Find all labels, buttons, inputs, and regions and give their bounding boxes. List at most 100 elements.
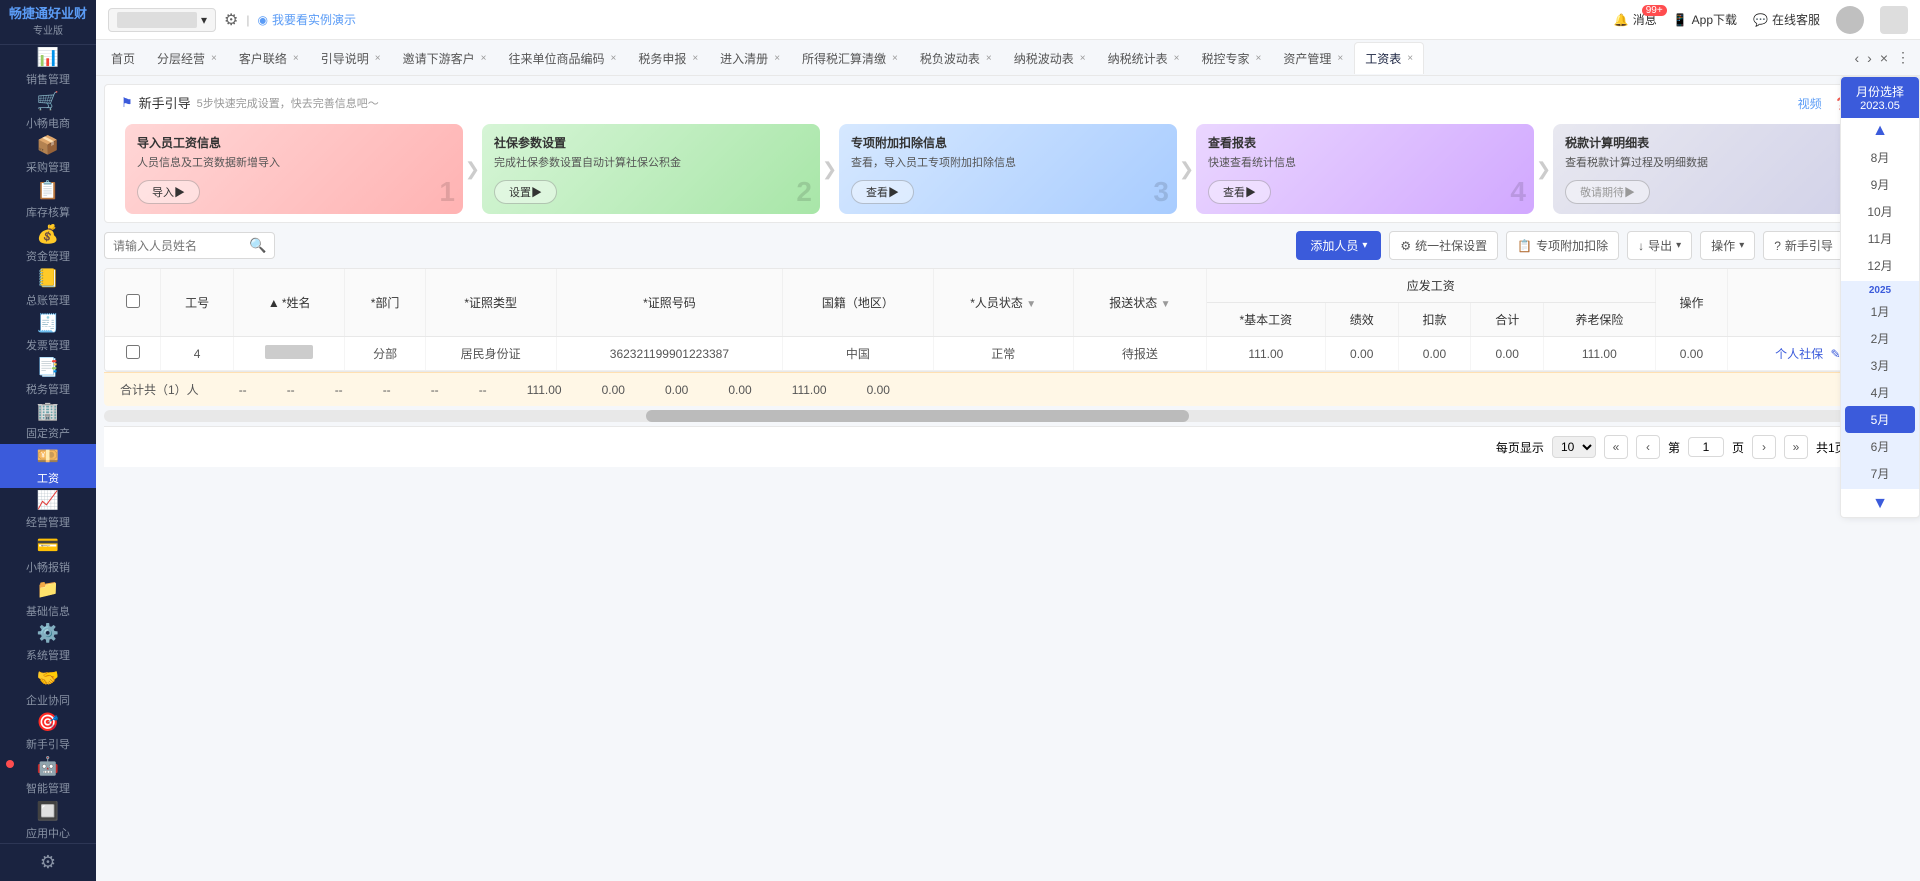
tab-close-tax[interactable]: ×: [692, 53, 698, 64]
tab-guide[interactable]: 引导说明×: [310, 42, 392, 74]
tab-close-burden[interactable]: ×: [986, 53, 992, 64]
select-all-checkbox[interactable]: [126, 294, 140, 308]
step-1-btn[interactable]: 导入▶: [137, 180, 200, 204]
month-item-3[interactable]: 3月: [1841, 352, 1919, 379]
sidebar-item-assets[interactable]: 🏢 固定资产: [0, 399, 96, 443]
tab-tax-wave[interactable]: 纳税波动表×: [1003, 42, 1097, 74]
export-button[interactable]: ↓ 导出 ▾: [1627, 231, 1692, 260]
page-prev-button[interactable]: ‹: [1636, 435, 1660, 459]
sidebar-item-system[interactable]: ⚙️ 系统管理: [0, 621, 96, 665]
social-insurance-button[interactable]: ⚙ 统一社保设置: [1389, 231, 1498, 260]
month-item-10[interactable]: 10月: [1841, 198, 1919, 225]
search-input[interactable]: [113, 239, 243, 253]
sidebar-item-ecommerce[interactable]: 🛒 小畅电商: [0, 89, 96, 133]
user-avatar[interactable]: [1836, 6, 1864, 34]
tab-layered[interactable]: 分层经营×: [146, 42, 228, 74]
user-menu-button[interactable]: [1880, 6, 1908, 34]
tab-contact[interactable]: 客户联络×: [228, 42, 310, 74]
tab-close-income[interactable]: ×: [892, 53, 898, 64]
settings-icon[interactable]: ⚙: [224, 10, 238, 30]
month-item-9[interactable]: 9月: [1841, 171, 1919, 198]
row-checkbox[interactable]: [126, 345, 140, 359]
sidebar-item-ledger[interactable]: 📒 总账管理: [0, 266, 96, 310]
horizontal-scrollbar[interactable]: [104, 410, 1912, 422]
page-next-next-button[interactable]: »: [1784, 435, 1808, 459]
tab-close-clearance[interactable]: ×: [774, 53, 780, 64]
tab-close-invite[interactable]: ×: [481, 53, 487, 64]
demo-link[interactable]: ◉ 我要看实例演示: [258, 11, 357, 28]
scrollbar-thumb[interactable]: [646, 410, 1188, 422]
page-input[interactable]: [1688, 437, 1724, 457]
sidebar-item-sales[interactable]: 📊 销售管理: [0, 45, 96, 89]
video-link[interactable]: 视频: [1798, 95, 1822, 112]
online-service-button[interactable]: 💬 在线客服: [1753, 11, 1820, 28]
month-item-1[interactable]: 1月: [1841, 298, 1919, 325]
step-2-btn[interactable]: 设置▶: [494, 180, 557, 204]
add-person-button[interactable]: 添加人员 ▾: [1296, 231, 1381, 260]
message-button[interactable]: 🔔 消息 99+: [1614, 11, 1657, 28]
tab-close-wave[interactable]: ×: [1080, 53, 1086, 64]
tab-close-asset[interactable]: ×: [1337, 53, 1343, 64]
sidebar-item-basic-info[interactable]: 📁 基础信息: [0, 577, 96, 621]
tab-close-all-button[interactable]: ×: [1878, 48, 1890, 68]
month-item-6[interactable]: 6月: [1841, 433, 1919, 460]
page-prev-prev-button[interactable]: «: [1604, 435, 1628, 459]
tab-close-product[interactable]: ×: [610, 53, 616, 64]
tab-close-payroll[interactable]: ×: [1407, 53, 1413, 64]
tab-tax-expert[interactable]: 税控专家×: [1190, 42, 1272, 74]
month-item-11[interactable]: 11月: [1841, 225, 1919, 252]
page-next-button[interactable]: ›: [1752, 435, 1776, 459]
month-item-5[interactable]: 5月: [1845, 406, 1915, 433]
sidebar-item-guide[interactable]: 🎯 新手引导: [0, 710, 96, 754]
tab-tax-burden[interactable]: 税负波动表×: [909, 42, 1003, 74]
step-3-btn[interactable]: 查看▶: [851, 180, 914, 204]
special-deduction-button[interactable]: 📋 专项附加扣除: [1506, 231, 1619, 260]
tab-close-stat[interactable]: ×: [1174, 53, 1180, 64]
company-selector[interactable]: ▾: [108, 8, 216, 32]
tab-clearance[interactable]: 进入清册×: [709, 42, 791, 74]
month-prev-button[interactable]: ▲: [1872, 122, 1888, 140]
settings-button[interactable]: ⚙: [0, 843, 96, 881]
tab-payroll[interactable]: 工资表×: [1354, 42, 1424, 74]
sidebar-item-purchase[interactable]: 📦 采购管理: [0, 133, 96, 177]
tab-next-button[interactable]: ›: [1865, 48, 1874, 68]
tab-close-guide[interactable]: ×: [375, 53, 381, 64]
tab-asset-mgmt[interactable]: 资产管理×: [1272, 42, 1354, 74]
status-filter-icon[interactable]: ▼: [1026, 299, 1036, 310]
month-item-7[interactable]: 7月: [1841, 460, 1919, 487]
tab-close-contact[interactable]: ×: [293, 53, 299, 64]
search-icon[interactable]: 🔍: [249, 237, 266, 254]
tab-tax-stat[interactable]: 纳税统计表×: [1097, 42, 1191, 74]
sidebar-item-payroll[interactable]: 💴 工资: [0, 444, 96, 488]
app-download-button[interactable]: 📱 App下载: [1673, 11, 1737, 28]
month-item-8[interactable]: 8月: [1841, 144, 1919, 171]
sidebar-item-inventory[interactable]: 📋 库存核算: [0, 178, 96, 222]
sidebar-item-invoice[interactable]: 🧾 发票管理: [0, 311, 96, 355]
operation-button[interactable]: 操作 ▾: [1700, 231, 1755, 260]
month-item-4[interactable]: 4月: [1841, 379, 1919, 406]
tab-menu-button[interactable]: ⋮: [1894, 47, 1912, 68]
step-5-btn[interactable]: 敬请期待▶: [1565, 180, 1650, 204]
per-page-select[interactable]: 10 20 50: [1552, 436, 1596, 458]
newbie-guide-button[interactable]: ? 新手引导: [1763, 231, 1844, 260]
tab-income-tax[interactable]: 所得税汇算清缴×: [791, 42, 909, 74]
send-filter-icon[interactable]: ▼: [1161, 299, 1171, 310]
sidebar-item-operations[interactable]: 📈 经营管理: [0, 488, 96, 532]
tab-product-code[interactable]: 往来单位商品编码×: [497, 42, 627, 74]
tab-close-expert[interactable]: ×: [1255, 53, 1261, 64]
sidebar-item-expense[interactable]: 💳 小畅报销: [0, 532, 96, 576]
tab-tax-report[interactable]: 税务申报×: [627, 42, 709, 74]
personal-insurance-link[interactable]: 个人社保: [1775, 347, 1823, 361]
tab-close-layered[interactable]: ×: [211, 53, 217, 64]
tab-prev-button[interactable]: ‹: [1852, 48, 1861, 68]
sidebar-item-finance[interactable]: 💰 资金管理: [0, 222, 96, 266]
sidebar-item-ai[interactable]: 🤖 智能管理: [0, 754, 96, 798]
sidebar-item-tax[interactable]: 📑 税务管理: [0, 355, 96, 399]
sidebar-item-collab[interactable]: 🤝 企业协同: [0, 665, 96, 709]
month-item-12[interactable]: 12月: [1841, 252, 1919, 279]
tab-invite[interactable]: 邀请下游客户×: [392, 42, 498, 74]
month-item-2[interactable]: 2月: [1841, 325, 1919, 352]
sidebar-item-app-center[interactable]: 🔲 应用中心: [0, 798, 96, 842]
tab-home[interactable]: 首页: [100, 42, 146, 74]
step-4-btn[interactable]: 查看▶: [1208, 180, 1271, 204]
